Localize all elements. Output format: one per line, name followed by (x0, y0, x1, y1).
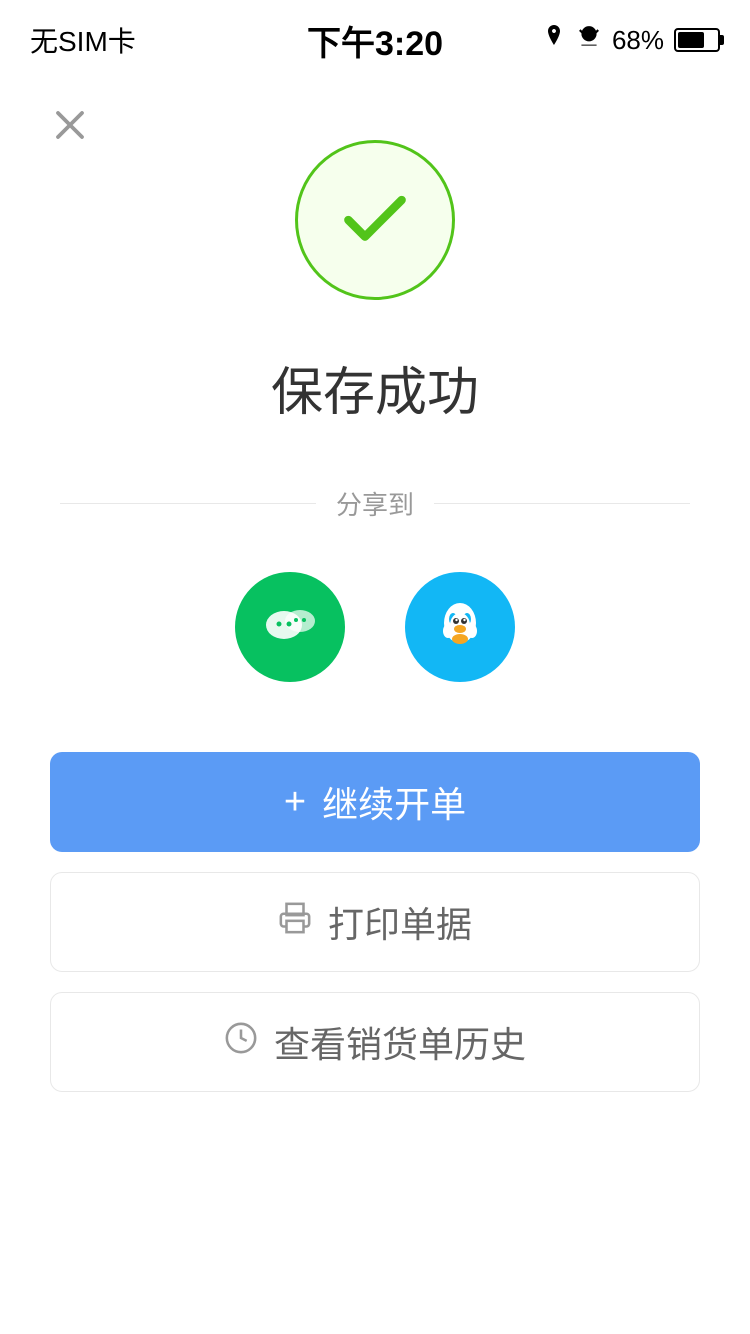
plus-icon: + (284, 781, 306, 824)
action-buttons: + 继续开单 打印单据 查看销货单历史 (0, 752, 750, 1092)
alarm-icon (576, 24, 602, 57)
print-button[interactable]: 打印单据 (50, 872, 700, 972)
share-icons-container (235, 572, 515, 682)
carrier-text: 无SIM卡 (30, 20, 136, 60)
share-divider: 分享到 (0, 485, 750, 522)
status-bar: 无SIM卡 下午3:20 68% (0, 0, 750, 80)
clock-icon (224, 1021, 258, 1064)
status-left: 无SIM卡 (30, 20, 148, 60)
continue-label: 继续开单 (322, 776, 466, 828)
battery-icon (674, 28, 720, 52)
history-button[interactable]: 查看销货单历史 (50, 992, 700, 1092)
location-icon (542, 23, 566, 58)
print-icon (278, 901, 312, 944)
close-button[interactable] (40, 95, 100, 155)
continue-button[interactable]: + 继续开单 (50, 752, 700, 852)
status-time: 下午3:20 (307, 16, 443, 65)
divider-line-left (60, 503, 316, 504)
success-title: 保存成功 (271, 350, 479, 425)
print-label: 打印单据 (328, 896, 472, 948)
battery-text: 68% (612, 25, 664, 56)
history-label: 查看销货单历史 (274, 1016, 526, 1068)
success-icon-circle (295, 140, 455, 300)
share-label: 分享到 (316, 485, 434, 522)
share-wechat-button[interactable] (235, 572, 345, 682)
share-qq-button[interactable] (405, 572, 515, 682)
main-content: 保存成功 分享到 (0, 80, 750, 1092)
status-right: 68% (542, 23, 720, 58)
divider-line-right (434, 503, 690, 504)
